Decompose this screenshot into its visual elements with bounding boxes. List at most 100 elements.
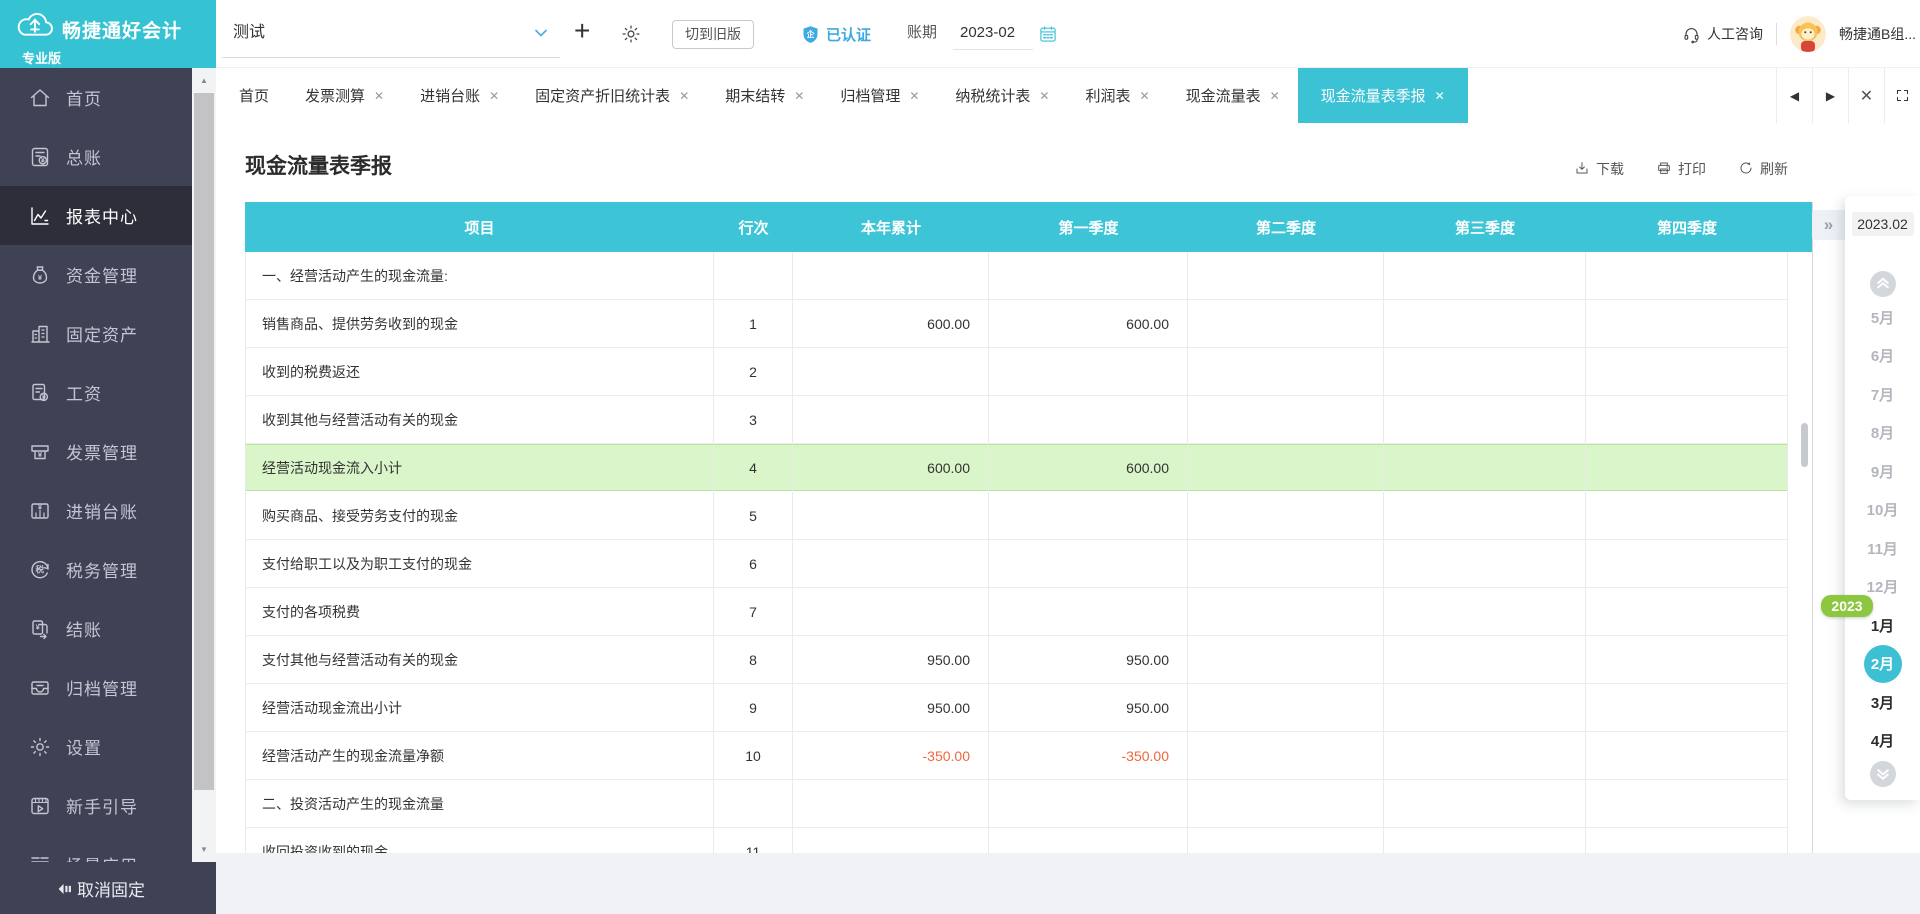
- closing-icon: ¥: [28, 617, 52, 641]
- tab-close-icon[interactable]: ✕: [1270, 89, 1280, 103]
- month-item[interactable]: 11月: [1845, 529, 1920, 568]
- sidebar-item-guide[interactable]: 新手引导: [0, 776, 192, 835]
- tab-close-icon[interactable]: ✕: [679, 89, 689, 103]
- sidebar-item-settings[interactable]: 设置: [0, 717, 192, 776]
- table-row[interactable]: 经营活动现金流出小计 9 950.00 950.00: [245, 684, 1812, 732]
- invoice-icon: ¥: [28, 440, 52, 464]
- tab-close-icon[interactable]: ✕: [1039, 89, 1049, 103]
- month-item[interactable]: 6月: [1845, 337, 1920, 376]
- sidebar-scrollbar[interactable]: ▲ ▼: [192, 68, 216, 862]
- add-account-set-button[interactable]: +: [574, 15, 590, 47]
- calendar-icon[interactable]: [1038, 24, 1058, 44]
- month-item[interactable]: 9月: [1845, 452, 1920, 491]
- month-item[interactable]: 10月: [1845, 491, 1920, 530]
- month-item[interactable]: 4月: [1845, 722, 1920, 761]
- sidebar-item-archive[interactable]: 归档管理: [0, 658, 192, 717]
- table-header-cell: 本年累计: [860, 219, 921, 237]
- tab[interactable]: 利润表 ✕: [1067, 68, 1167, 123]
- tab-scroll-right-button[interactable]: ▶: [1812, 68, 1848, 123]
- sidebar-item-assets[interactable]: 固定资产: [0, 304, 192, 363]
- tab-close-icon[interactable]: ✕: [1435, 89, 1445, 103]
- month-item[interactable]: 5月: [1845, 298, 1920, 337]
- tab-close-icon[interactable]: ✕: [489, 89, 499, 103]
- table-row[interactable]: 支付的各项税费 7: [245, 588, 1812, 636]
- refresh-icon: [1738, 160, 1754, 179]
- sidebar-item-reports[interactable]: 报表中心: [0, 186, 192, 245]
- settings-icon: [28, 735, 52, 759]
- ledger-icon: ¥: [28, 145, 52, 169]
- table-row[interactable]: 收到的税费返还 2: [245, 348, 1812, 396]
- period-value[interactable]: 2023-02: [960, 0, 1015, 68]
- tab[interactable]: 现金流量表 ✕: [1168, 68, 1298, 123]
- table-row[interactable]: 购买商品、接受劳务支付的现金 5: [245, 492, 1812, 540]
- tab-close-icon[interactable]: ✕: [909, 89, 919, 103]
- action-button-refresh[interactable]: 刷新: [1738, 159, 1788, 179]
- month-item[interactable]: 3月: [1845, 683, 1920, 722]
- tab-close-icon[interactable]: ✕: [374, 89, 384, 103]
- home-icon: [28, 86, 52, 110]
- table-row[interactable]: 支付其他与经营活动有关的现金 8 950.00 950.00: [245, 636, 1812, 684]
- tab-scroll-left-button[interactable]: ◀: [1776, 68, 1812, 123]
- table-row[interactable]: 收到其他与经营活动有关的现金 3: [245, 396, 1812, 444]
- table-scrollbar-thumb[interactable]: [1801, 423, 1808, 467]
- month-item[interactable]: 8月: [1845, 414, 1920, 453]
- scroll-down-arrow-icon[interactable]: ▼: [192, 845, 216, 854]
- support-button[interactable]: 人工咨询: [1682, 24, 1763, 44]
- tab[interactable]: 现金流量表季报 ✕: [1297, 68, 1468, 123]
- scroll-up-arrow-icon[interactable]: ▲: [192, 76, 216, 85]
- switch-old-version-button[interactable]: 切到旧版: [672, 20, 754, 49]
- avatar[interactable]: [1789, 16, 1826, 52]
- print-icon: [1656, 160, 1672, 179]
- collapse-panel-button[interactable]: »: [1812, 210, 1845, 240]
- top-header: 测试 + 切到旧版 企 已认证 账期 2023-02 人工咨询 畅捷通B组...: [216, 0, 1920, 68]
- table-header-cell: 行次: [738, 219, 769, 237]
- sidebar-item-inout[interactable]: ¥ 进销台账: [0, 481, 192, 540]
- fullscreen-button[interactable]: [1884, 68, 1920, 123]
- fullscreen-icon: [1897, 90, 1908, 101]
- tab[interactable]: 首页: [221, 68, 287, 123]
- sidebar-item-invoice[interactable]: ¥ 发票管理: [0, 422, 192, 481]
- chevron-down-icon[interactable]: [532, 24, 550, 42]
- month-item[interactable]: 7月: [1845, 375, 1920, 414]
- sidebar-item-ledger[interactable]: ¥ 总账: [0, 127, 192, 186]
- inout-icon: ¥: [28, 499, 52, 523]
- tab[interactable]: 进销台账 ✕: [402, 68, 517, 123]
- circle-down-icon: [1869, 761, 1896, 787]
- sidebar-scrollbar-thumb[interactable]: [194, 93, 214, 790]
- sidebar: 首页 ¥ 总账 报表中心 ¥ 资金管理 固定资产 ¥ 工资 ¥ 发票管理 ¥ 进…: [0, 68, 192, 914]
- tab[interactable]: 归档管理 ✕: [822, 68, 937, 123]
- sidebar-item-closing[interactable]: ¥ 结账: [0, 599, 192, 658]
- tab-close-icon[interactable]: ✕: [794, 89, 804, 103]
- table-row[interactable]: 收回投资收到的现金 11: [245, 828, 1812, 853]
- period-label: 账期: [907, 24, 938, 41]
- current-period-label: 2023.02: [1851, 212, 1914, 236]
- months-scroll-up-button[interactable]: [1869, 270, 1897, 298]
- months-scroll-down-button[interactable]: [1869, 760, 1897, 788]
- shield-icon: 企: [803, 25, 818, 43]
- gear-icon[interactable]: [620, 23, 642, 45]
- action-button-print[interactable]: 打印: [1656, 159, 1706, 179]
- table-row[interactable]: 销售商品、提供劳务收到的现金 1 600.00 600.00: [245, 300, 1812, 348]
- close-tabs-button[interactable]: ✕: [1848, 68, 1884, 123]
- tab[interactable]: 纳税统计表 ✕: [937, 68, 1067, 123]
- tab-close-icon[interactable]: ✕: [1140, 89, 1150, 103]
- tab[interactable]: 期末结转 ✕: [707, 68, 822, 123]
- fund-icon: ¥: [28, 263, 52, 287]
- sidebar-item-funds[interactable]: ¥ 资金管理: [0, 245, 192, 304]
- sidebar-item-salary[interactable]: ¥ 工资: [0, 363, 192, 422]
- table-row[interactable]: 一、经营活动产生的现金流量:: [245, 252, 1812, 300]
- table-row[interactable]: 经营活动现金流入小计 4 600.00 600.00: [245, 444, 1812, 492]
- unpin-sidebar-button[interactable]: 取消固定: [55, 876, 145, 901]
- table-row[interactable]: 二、投资活动产生的现金流量: [245, 780, 1812, 828]
- action-button-download[interactable]: 下载: [1574, 159, 1624, 179]
- month-item[interactable]: 2月: [1845, 644, 1920, 684]
- brand-name: 畅捷通好会计: [62, 21, 183, 42]
- certified-badge[interactable]: 企 已认证: [800, 0, 871, 68]
- tab[interactable]: 固定资产折旧统计表 ✕: [517, 68, 707, 123]
- tab[interactable]: 发票测算 ✕: [287, 68, 402, 123]
- table-row[interactable]: 支付给职工以及为职工支付的现金 6: [245, 540, 1812, 588]
- user-name[interactable]: 畅捷通B组...: [1839, 24, 1916, 44]
- sidebar-item-home[interactable]: 首页: [0, 68, 192, 127]
- sidebar-item-tax[interactable]: 税 税务管理: [0, 540, 192, 599]
- table-row[interactable]: 经营活动产生的现金流量净额 10 -350.00 -350.00: [245, 732, 1812, 780]
